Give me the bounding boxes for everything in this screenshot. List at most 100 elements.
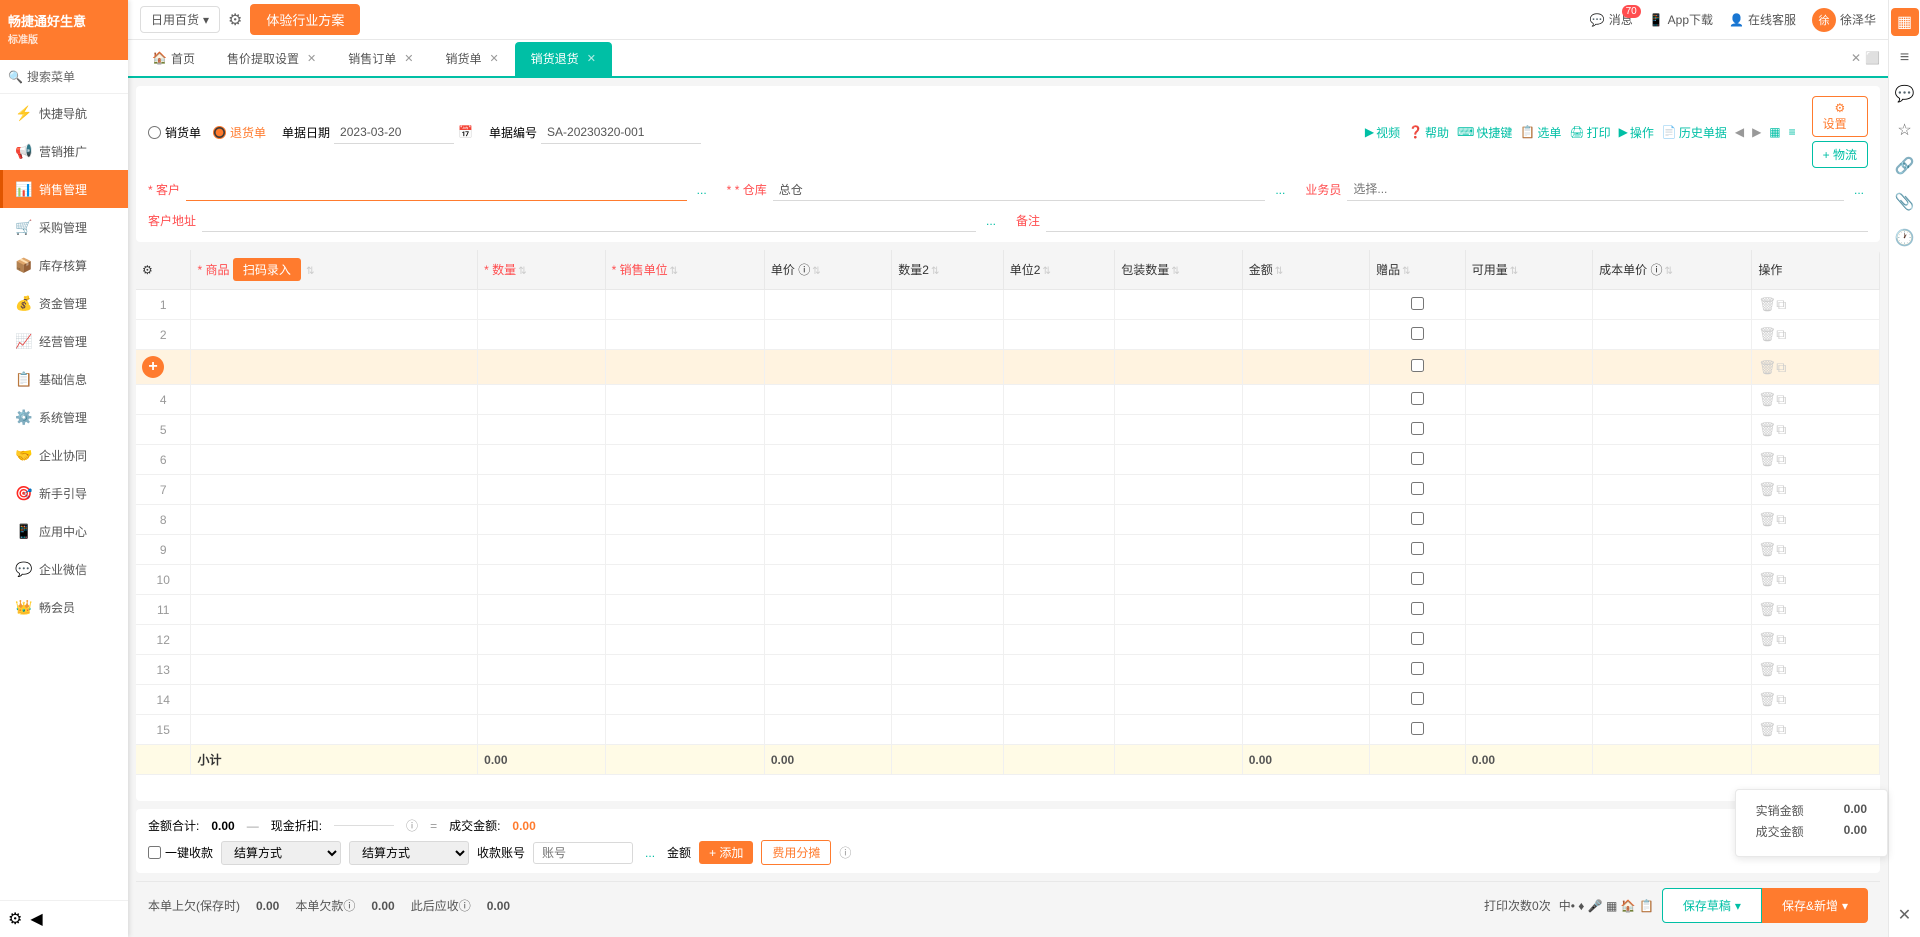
sidebar-item-sales[interactable]: 📊 销售管理 bbox=[0, 170, 128, 208]
copy-row-icon[interactable]: ⧉ bbox=[1776, 721, 1786, 737]
right-panel-btn-star[interactable]: ☆ bbox=[1891, 116, 1919, 144]
delete-row-icon[interactable]: 🗑 bbox=[1758, 391, 1776, 407]
address-input[interactable] bbox=[202, 209, 976, 232]
qty-cell[interactable] bbox=[478, 320, 605, 350]
gift-cell[interactable] bbox=[1370, 320, 1466, 350]
sale-unit-cell-active[interactable] bbox=[605, 350, 764, 385]
pkg-qty-cell[interactable] bbox=[1115, 320, 1242, 350]
warehouse-input[interactable] bbox=[773, 178, 1266, 201]
unit2-cell[interactable] bbox=[1003, 320, 1115, 350]
save-new-btn[interactable]: 保存&新增 ▾ bbox=[1762, 888, 1868, 923]
delete-row-icon[interactable]: 🗑 bbox=[1758, 721, 1776, 737]
sidebar-item-member[interactable]: 👑 畅会员 bbox=[0, 588, 128, 626]
unit2-sort-icon[interactable]: ⇅ bbox=[1042, 266, 1050, 277]
select-btn[interactable]: 📋 选单 bbox=[1520, 124, 1561, 141]
right-panel-btn-comment[interactable]: 💬 bbox=[1891, 80, 1919, 108]
tab-home[interactable]: 🏠 首页 bbox=[136, 42, 211, 77]
product-cell-active[interactable] bbox=[191, 350, 478, 385]
delete-row-icon[interactable]: 🗑 bbox=[1758, 326, 1776, 342]
video-btn[interactable]: ▶ 视频 bbox=[1365, 124, 1400, 141]
add-row-btn[interactable]: + bbox=[142, 356, 164, 378]
experience-btn[interactable]: 体验行业方案 bbox=[250, 4, 360, 35]
amount-cell-active[interactable] bbox=[1242, 350, 1369, 385]
history-btn[interactable]: 📄 历史单据 bbox=[1662, 124, 1727, 141]
delete-row-icon[interactable]: 🗑 bbox=[1758, 296, 1776, 312]
gift-cell[interactable] bbox=[1370, 290, 1466, 320]
delete-row-icon[interactable]: 🗑 bbox=[1758, 571, 1776, 587]
product-cell[interactable] bbox=[191, 290, 478, 320]
right-panel-btn-history[interactable]: 🕐 bbox=[1891, 224, 1919, 252]
qty2-cell[interactable] bbox=[892, 290, 1004, 320]
user-avatar[interactable]: 徐 徐泽华 bbox=[1812, 8, 1876, 32]
copy-row-icon[interactable]: ⧉ bbox=[1776, 326, 1786, 342]
right-panel-btn-attachment[interactable]: 📎 bbox=[1891, 188, 1919, 216]
delete-row-icon[interactable]: 🗑 bbox=[1758, 661, 1776, 677]
copy-row-icon[interactable]: ⧉ bbox=[1776, 511, 1786, 527]
sale-unit-cell[interactable] bbox=[605, 320, 764, 350]
remark-input[interactable] bbox=[1046, 209, 1868, 232]
copy-row-icon[interactable]: ⧉ bbox=[1776, 451, 1786, 467]
account-input[interactable] bbox=[533, 842, 633, 864]
delete-row-icon[interactable]: 🗑 bbox=[1758, 601, 1776, 617]
gift-sort-icon[interactable]: ⇅ bbox=[1402, 266, 1410, 277]
operate-btn[interactable]: ▶ 操作 bbox=[1619, 124, 1654, 141]
qty2-cell[interactable] bbox=[892, 320, 1004, 350]
gift-cell-active[interactable] bbox=[1370, 350, 1466, 385]
settings-icon[interactable]: ⚙ bbox=[228, 10, 242, 30]
product-input-active[interactable] bbox=[197, 360, 471, 374]
qty2-sort-icon[interactable]: ⇅ bbox=[931, 266, 939, 277]
delete-row-icon[interactable]: 🗑 bbox=[1758, 691, 1776, 707]
sidebar-search[interactable]: 🔍 搜索菜单 bbox=[0, 60, 128, 94]
sidebar-item-guide[interactable]: 🎯 新手引导 bbox=[0, 474, 128, 512]
table-scroll[interactable]: ⚙ * 商品 扫码录入 ⇅ * 数量⇅ * 销售单位⇅ 单价 ⓘ⇅ 数量2⇅ 单… bbox=[136, 250, 1880, 801]
available-cell[interactable] bbox=[1465, 320, 1592, 350]
category-select[interactable]: 日用百货 ▾ bbox=[140, 6, 220, 33]
date-input[interactable]: 2023-03-20 bbox=[334, 121, 454, 144]
unit2-cell[interactable] bbox=[1003, 290, 1115, 320]
app-download-btn[interactable]: 📱 App下载 bbox=[1649, 11, 1713, 28]
staff-input[interactable] bbox=[1347, 178, 1844, 201]
unit-price-cell[interactable] bbox=[764, 290, 891, 320]
pkg-qty-cell[interactable] bbox=[1115, 290, 1242, 320]
tab-sale-price-setting[interactable]: 售价提取设置 ✕ bbox=[211, 42, 332, 77]
staff-ellipsis[interactable]: ... bbox=[1850, 181, 1868, 199]
cash-discount-input[interactable] bbox=[334, 825, 394, 826]
tab-sale-return-close[interactable]: ✕ bbox=[587, 52, 596, 65]
address-ellipsis[interactable]: ... bbox=[982, 212, 1000, 230]
add-payment-btn[interactable]: + 添加 bbox=[699, 841, 753, 864]
col-settings[interactable]: ⚙ bbox=[136, 250, 191, 290]
cost-unit-cell-active[interactable] bbox=[1593, 350, 1752, 385]
product-sort-icon[interactable]: ⇅ bbox=[306, 266, 314, 277]
sidebar-item-wechat[interactable]: 💬 企业微信 bbox=[0, 550, 128, 588]
delete-row-icon[interactable]: 🗑 bbox=[1758, 359, 1776, 375]
delete-row-icon[interactable]: 🗑 bbox=[1758, 451, 1776, 467]
sidebar-item-operation[interactable]: 📈 经营管理 bbox=[0, 322, 128, 360]
unit2-cell-active[interactable] bbox=[1003, 350, 1115, 385]
qty-cell[interactable] bbox=[478, 290, 605, 320]
customer-input[interactable] bbox=[186, 178, 687, 201]
view-grid-btn[interactable]: ▦ bbox=[1769, 125, 1780, 139]
shortcut-btn[interactable]: ⌨ 快捷键 bbox=[1457, 124, 1512, 141]
sidebar-item-finance[interactable]: 💰 资金管理 bbox=[0, 284, 128, 322]
tab-sale-order[interactable]: 销售订单 ✕ bbox=[332, 42, 429, 77]
customer-ellipsis[interactable]: ... bbox=[693, 181, 711, 199]
delete-row-icon[interactable]: 🗑 bbox=[1758, 481, 1776, 497]
delete-row-icon[interactable]: 🗑 bbox=[1758, 631, 1776, 647]
copy-row-icon[interactable]: ⧉ bbox=[1776, 661, 1786, 677]
unit-price-sort-icon[interactable]: ⇅ bbox=[812, 266, 820, 277]
cost-unit-sort-icon[interactable]: ⇅ bbox=[1664, 266, 1672, 277]
tab-sale-order-close[interactable]: ✕ bbox=[404, 52, 413, 65]
help-btn[interactable]: ❓ 帮助 bbox=[1408, 124, 1449, 141]
copy-row-icon[interactable]: ⧉ bbox=[1776, 481, 1786, 497]
cost-unit-cell[interactable] bbox=[1593, 320, 1752, 350]
close-window-icon[interactable]: ✕ bbox=[1851, 51, 1861, 65]
radio-sale-return[interactable]: 退货单 bbox=[213, 124, 266, 141]
copy-row-icon[interactable]: ⧉ bbox=[1776, 571, 1786, 587]
expense-btn[interactable]: 费用分摊 bbox=[761, 840, 831, 865]
sale-unit-sort-icon[interactable]: ⇅ bbox=[670, 266, 678, 277]
cost-unit-cell[interactable] bbox=[1593, 290, 1752, 320]
restore-window-icon[interactable]: ⬜ bbox=[1865, 51, 1880, 65]
amount-cell[interactable] bbox=[1242, 320, 1369, 350]
radio-sale-delivery[interactable]: 销货单 bbox=[148, 124, 201, 141]
tab-sale-delivery-close[interactable]: ✕ bbox=[489, 52, 498, 65]
